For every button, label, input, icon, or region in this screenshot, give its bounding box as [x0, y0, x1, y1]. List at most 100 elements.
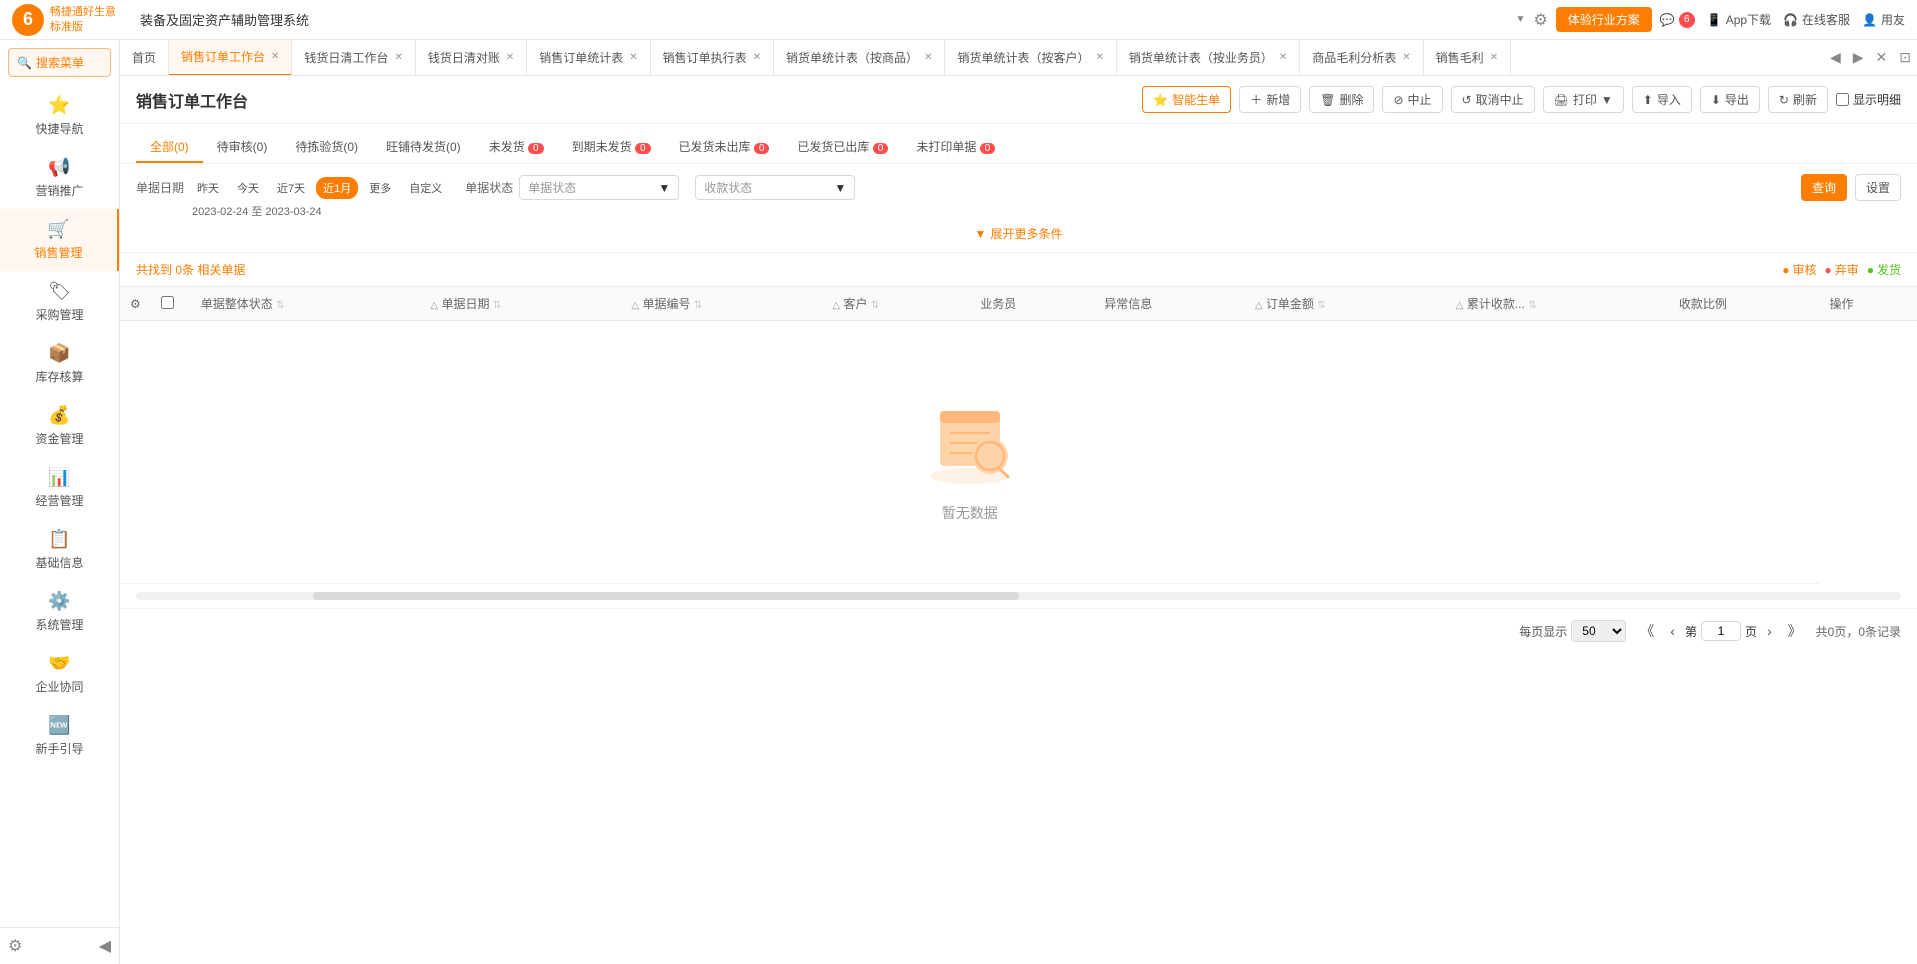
last-month-btn[interactable]: 近1月 [316, 177, 358, 199]
sub-tab-not-printed[interactable]: 未打印单据 0 [902, 132, 1009, 163]
tab-sales-profit[interactable]: 销售毛利 ✕ [1424, 40, 1511, 76]
expand-filter-button[interactable]: ▼ 展开更多条件 [975, 225, 1063, 242]
settings-bottom-icon[interactable]: ⚙ [8, 936, 22, 956]
tab-close-goods-stats[interactable]: ✕ [924, 52, 932, 63]
tab-next-button[interactable]: ▶ [1847, 49, 1870, 66]
col-status-header[interactable]: 单据整体状态 ⇅ [191, 287, 421, 321]
page-input[interactable] [1701, 621, 1741, 641]
audit-link[interactable]: ● 审核 [1782, 261, 1816, 278]
page-size-dropdown[interactable]: 50 100 200 [1571, 620, 1626, 642]
user-button[interactable]: 👤 用友 [1862, 11, 1905, 28]
online-service-button[interactable]: 🎧 在线客服 [1783, 11, 1850, 28]
more-date-btn[interactable]: 更多 [362, 177, 398, 199]
sidebar-item-purchase[interactable]: 🏷 采购管理 [0, 271, 119, 333]
sort-number-icon[interactable]: ⇅ [694, 300, 702, 311]
sidebar-item-cooperation[interactable]: 🤝 企业协同 [0, 643, 119, 705]
tab-sales-exec[interactable]: 销售订单执行表 ✕ [651, 40, 774, 76]
sub-tab-delivered-out[interactable]: 已发货已出库 0 [783, 132, 902, 163]
export-button[interactable]: ⬇ 导出 [1700, 86, 1760, 113]
sidebar-item-guide[interactable]: 🆕 新手引导 [0, 705, 119, 767]
sub-tab-all[interactable]: 全部(0) [136, 132, 203, 163]
top-settings-icon[interactable]: ⚙ [1533, 10, 1547, 30]
import-button[interactable]: ⬆ 导入 [1632, 86, 1692, 113]
col-collected-header[interactable]: △ 累计收款... ⇅ [1446, 287, 1669, 321]
sort-status-icon[interactable]: ⇅ [276, 300, 284, 311]
tab-close-salesperson-stats[interactable]: ✕ [1279, 52, 1287, 63]
tab-sales-customer-stats[interactable]: 销货单统计表（按客户） ✕ [945, 40, 1116, 76]
scroll-thumb[interactable] [313, 592, 1019, 600]
query-button[interactable]: 查询 [1801, 174, 1847, 201]
select-all-checkbox[interactable] [161, 296, 174, 309]
custom-date-btn[interactable]: 自定义 [402, 177, 449, 199]
cancel-stop-button[interactable]: ↺ 取消中止 [1451, 86, 1535, 113]
message-button[interactable]: 💬 6 [1660, 12, 1695, 28]
status-select[interactable]: 单据状态 ▼ [519, 175, 679, 200]
app-download-button[interactable]: 📱 App下载 [1707, 11, 1771, 28]
col-amount-header[interactable]: △ 订单金额 ⇅ [1245, 287, 1446, 321]
tab-home[interactable]: 首页 [120, 40, 169, 76]
col-date-header[interactable]: △ 单据日期 ⇅ [420, 287, 621, 321]
print-button[interactable]: 🖨 打印 ▼ [1543, 86, 1624, 113]
col-checkbox-header[interactable] [151, 287, 191, 321]
sub-tab-not-delivered[interactable]: 未发货 0 [475, 132, 558, 163]
last7days-btn[interactable]: 近7天 [270, 177, 312, 199]
tab-maximize-button[interactable]: ⊡ [1893, 49, 1917, 66]
experience-button[interactable]: 体验行业方案 [1556, 7, 1652, 32]
sort-collected-icon[interactable]: ⇅ [1528, 300, 1536, 311]
sort-date-icon[interactable]: ⇅ [493, 300, 501, 311]
tab-close-sales-order[interactable]: ✕ [271, 51, 279, 62]
delete-button[interactable]: 🗑 删除 [1309, 86, 1374, 113]
sidebar-item-finance[interactable]: 💰 资金管理 [0, 395, 119, 457]
tab-close-sales-exec[interactable]: ✕ [753, 52, 761, 63]
system-title-dropdown-icon[interactable]: ▼ [1516, 14, 1526, 25]
today-btn[interactable]: 今天 [230, 177, 266, 199]
tab-close-cash-reconcile[interactable]: ✕ [506, 52, 514, 63]
tab-cash-daily-workbench[interactable]: 钱货日清工作台 ✕ [292, 40, 415, 76]
tab-sales-stats[interactable]: 销售订单统计表 ✕ [527, 40, 650, 76]
deliver-link[interactable]: ● 发货 [1867, 261, 1901, 278]
sidebar-item-quick-nav[interactable]: ⭐ 快捷导航 [0, 85, 119, 147]
yesterday-btn[interactable]: 昨天 [190, 177, 226, 199]
filter-settings-button[interactable]: 设置 [1855, 174, 1901, 201]
sort-amount-icon[interactable]: ⇅ [1317, 300, 1325, 311]
tab-close-cash-daily[interactable]: ✕ [394, 52, 402, 63]
payment-status-select[interactable]: 收款状态 ▼ [695, 175, 855, 200]
tab-close-all-button[interactable]: ✕ [1870, 49, 1894, 66]
sub-tab-delivered-not-out[interactable]: 已发货未出库 0 [665, 132, 784, 163]
col-number-header[interactable]: △ 单据编号 ⇅ [621, 287, 822, 321]
col-settings[interactable]: ⚙ [120, 287, 151, 321]
tab-cash-reconcile[interactable]: 钱货日清对账 ✕ [416, 40, 527, 76]
first-page-button[interactable]: 《 [1634, 619, 1660, 643]
prev-page-button[interactable]: ‹ [1664, 621, 1681, 641]
show-detail-checkbox[interactable]: 显示明细 [1836, 91, 1901, 108]
sort-customer-icon[interactable]: ⇅ [871, 300, 879, 311]
refresh-button[interactable]: ↻ 刷新 [1768, 86, 1828, 113]
sub-tab-wangpu[interactable]: 旺铺待发货(0) [372, 132, 475, 163]
col-customer-header[interactable]: △ 客户 ⇅ [822, 287, 970, 321]
sidebar-item-system[interactable]: ⚙️ 系统管理 [0, 581, 119, 643]
next-page-button[interactable]: › [1761, 621, 1778, 641]
tab-close-profit[interactable]: ✕ [1402, 52, 1410, 63]
search-menu-button[interactable]: 🔍 搜索菜单 [8, 48, 111, 77]
tab-close-sales-stats[interactable]: ✕ [629, 52, 637, 63]
collapse-icon[interactable]: ◀ [99, 936, 111, 956]
sub-tab-pending-inspect[interactable]: 待拣验货(0) [281, 132, 372, 163]
last-page-button[interactable]: 》 [1782, 619, 1808, 643]
smart-generate-button[interactable]: ⭐ 智能生单 [1142, 86, 1231, 113]
sidebar-item-basic[interactable]: 📋 基础信息 [0, 519, 119, 581]
add-button[interactable]: ＋ 新增 [1239, 86, 1301, 113]
tab-sales-salesperson-stats[interactable]: 销货单统计表（按业务员） ✕ [1117, 40, 1300, 76]
show-detail-input[interactable] [1836, 93, 1849, 106]
tab-profit-analysis[interactable]: 商品毛利分析表 ✕ [1300, 40, 1423, 76]
sidebar-item-inventory[interactable]: 📦 库存核算 [0, 333, 119, 395]
sidebar-item-operations[interactable]: 📊 经营管理 [0, 457, 119, 519]
tab-sales-order-workbench[interactable]: 销售订单工作台 ✕ [169, 40, 292, 76]
tab-close-sales-profit[interactable]: ✕ [1490, 52, 1498, 63]
sidebar-item-marketing[interactable]: 📢 营销推广 [0, 147, 119, 209]
sub-tab-pending-audit[interactable]: 待审核(0) [203, 132, 282, 163]
tab-close-customer-stats[interactable]: ✕ [1095, 52, 1103, 63]
tab-sales-goods-stats[interactable]: 销货单统计表（按商品） ✕ [774, 40, 945, 76]
sidebar-item-sales[interactable]: 🛒 销售管理 [0, 209, 119, 271]
sub-tab-overdue-delivery[interactable]: 到期未发货 0 [558, 132, 665, 163]
tab-prev-button[interactable]: ◀ [1824, 49, 1847, 66]
